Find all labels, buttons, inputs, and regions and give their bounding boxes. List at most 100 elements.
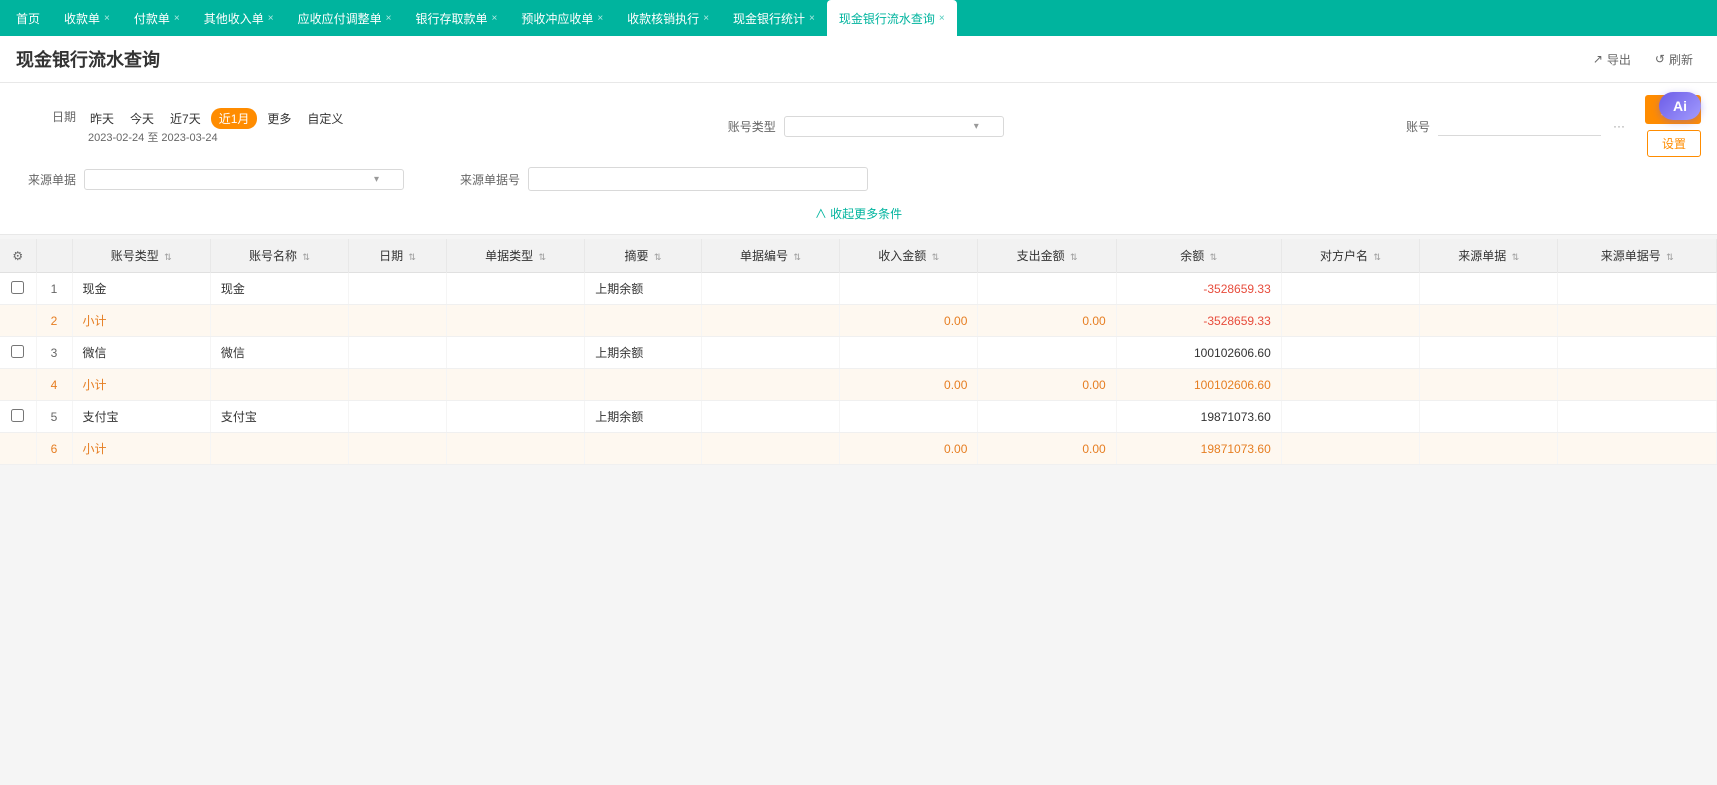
row-checkbox[interactable]: [0, 401, 36, 433]
date-btn-today[interactable]: 今天: [124, 108, 160, 129]
nav-item-payment[interactable]: 付款单 ×: [122, 0, 192, 36]
row-account-name: 支付宝: [210, 401, 348, 433]
sort-icon: ⇅: [1373, 252, 1381, 262]
col-date[interactable]: 日期 ⇅: [349, 239, 447, 273]
row-date: [349, 305, 447, 337]
row-checkbox[interactable]: [0, 273, 36, 305]
settings-button[interactable]: 设置: [1647, 130, 1701, 157]
table-row[interactable]: 6小计0.000.0019871073.60: [0, 433, 1717, 465]
col-summary[interactable]: 摘要 ⇅: [585, 239, 702, 273]
row-checkbox[interactable]: [0, 337, 36, 369]
source-doc-label: 来源单据: [16, 171, 76, 188]
row-checkbox[interactable]: [0, 305, 36, 337]
row-summary: [585, 369, 702, 401]
row-summary: [585, 433, 702, 465]
sort-icon: ⇅: [164, 252, 172, 262]
filter-row-1: 日期 昨天 今天 近7天 近1月 更多 自定义 2023-02-24 至 202…: [16, 95, 1701, 157]
nav-item-collection[interactable]: 收款核销执行 ×: [615, 0, 721, 36]
table-row[interactable]: 5支付宝支付宝上期余额19871073.60: [0, 401, 1717, 433]
account-type-select[interactable]: ▾: [784, 116, 1004, 137]
nav-item-receipt[interactable]: 收款单 ×: [52, 0, 122, 36]
date-btn-1month[interactable]: 近1月: [211, 108, 258, 129]
close-icon[interactable]: ×: [703, 13, 709, 24]
nav-item-adjustment[interactable]: 应收应付调整单 ×: [286, 0, 404, 36]
sort-icon: ⇅: [1666, 252, 1674, 262]
row-checkbox[interactable]: [0, 369, 36, 401]
close-icon[interactable]: ×: [939, 13, 945, 24]
row-date: [349, 273, 447, 305]
nav-item-bank-deposit[interactable]: 银行存取款单 ×: [403, 0, 509, 36]
col-account-type[interactable]: 账号类型 ⇅: [72, 239, 210, 273]
ai-button[interactable]: Ai: [1659, 92, 1701, 120]
row-account-type: 微信: [72, 337, 210, 369]
table-row[interactable]: 2小计0.000.00-3528659.33: [0, 305, 1717, 337]
row-income: 0.00: [840, 433, 978, 465]
source-doc-select[interactable]: ▾: [84, 169, 404, 190]
date-options: 昨天 今天 近7天 近1月 更多 自定义 2023-02-24 至 2023-0…: [84, 108, 349, 145]
row-select-checkbox[interactable]: [11, 345, 24, 358]
col-source-doc[interactable]: 来源单据 ⇅: [1420, 239, 1558, 273]
col-source-doc-no[interactable]: 来源单据号 ⇅: [1558, 239, 1717, 273]
collapse-bar[interactable]: ∧ 收起更多条件: [16, 201, 1701, 226]
col-counterpart[interactable]: 对方户名 ⇅: [1281, 239, 1419, 273]
row-date: [349, 401, 447, 433]
nav-item-prepaid[interactable]: 预收冲应收单 ×: [509, 0, 615, 36]
row-checkbox[interactable]: [0, 433, 36, 465]
date-btn-yesterday[interactable]: 昨天: [84, 108, 120, 129]
export-button[interactable]: ↗ 导出: [1585, 47, 1639, 72]
row-income: [840, 273, 978, 305]
close-icon[interactable]: ×: [104, 13, 110, 24]
row-balance: 19871073.60: [1116, 433, 1281, 465]
nav-item-bank-stats[interactable]: 现金银行统计 ×: [721, 0, 827, 36]
row-doc-type: [446, 305, 584, 337]
col-balance[interactable]: 余额 ⇅: [1116, 239, 1281, 273]
close-icon[interactable]: ×: [491, 13, 497, 24]
col-doc-no[interactable]: 单据编号 ⇅: [701, 239, 839, 273]
table-header: ⚙ 账号类型 ⇅ 账号名称 ⇅ 日期 ⇅ 单据类型 ⇅: [0, 239, 1717, 273]
col-doc-type[interactable]: 单据类型 ⇅: [446, 239, 584, 273]
close-icon[interactable]: ×: [386, 13, 392, 24]
nav-item-home[interactable]: 首页: [4, 0, 52, 36]
close-icon[interactable]: ×: [268, 13, 274, 24]
header-actions: ↗ 导出 ↺ 刷新: [1585, 47, 1701, 72]
row-account-type: 小计: [72, 433, 210, 465]
row-doc-type: [446, 337, 584, 369]
col-income[interactable]: 收入金额 ⇅: [840, 239, 978, 273]
table-row[interactable]: 1现金现金上期余额-3528659.33: [0, 273, 1717, 305]
row-income: 0.00: [840, 305, 978, 337]
row-income: [840, 337, 978, 369]
table-row[interactable]: 4小计0.000.00100102606.60: [0, 369, 1717, 401]
gear-column-header[interactable]: ⚙: [0, 239, 36, 273]
nav-item-other-income[interactable]: 其他收入单 ×: [192, 0, 286, 36]
row-number: 3: [36, 337, 72, 369]
row-summary: [585, 305, 702, 337]
row-select-checkbox[interactable]: [11, 409, 24, 422]
row-account-name: [210, 369, 348, 401]
date-btn-row: 昨天 今天 近7天 近1月 更多 自定义: [84, 108, 349, 129]
row-expense: 0.00: [978, 369, 1116, 401]
gear-icon[interactable]: ⚙: [12, 249, 23, 263]
row-summary: 上期余额: [585, 401, 702, 433]
source-doc-no-input[interactable]: [528, 167, 868, 191]
row-select-checkbox[interactable]: [11, 281, 24, 294]
account-filter: 账号 ···: [1370, 117, 1629, 136]
date-btn-custom[interactable]: 自定义: [301, 108, 349, 129]
source-doc-filter: 来源单据 ▾: [16, 169, 404, 190]
row-summary: 上期余额: [585, 273, 702, 305]
close-icon[interactable]: ×: [597, 13, 603, 24]
nav-item-bank-flow[interactable]: 现金银行流水查询 ×: [827, 0, 957, 36]
date-btn-more[interactable]: 更多: [261, 108, 297, 129]
col-expense[interactable]: 支出金额 ⇅: [978, 239, 1116, 273]
account-more-icon[interactable]: ···: [1609, 117, 1629, 135]
row-doc-no: [701, 305, 839, 337]
table-row[interactable]: 3微信微信上期余额100102606.60: [0, 337, 1717, 369]
close-icon[interactable]: ×: [809, 13, 815, 24]
close-icon[interactable]: ×: [174, 13, 180, 24]
page-title: 现金银行流水查询: [16, 46, 160, 72]
account-input[interactable]: [1438, 117, 1601, 136]
col-account-name[interactable]: 账号名称 ⇅: [210, 239, 348, 273]
sort-icon: ⇅: [654, 252, 662, 262]
refresh-button[interactable]: ↺ 刷新: [1647, 47, 1701, 72]
export-icon: ↗: [1593, 52, 1603, 66]
date-btn-7days[interactable]: 近7天: [164, 108, 207, 129]
